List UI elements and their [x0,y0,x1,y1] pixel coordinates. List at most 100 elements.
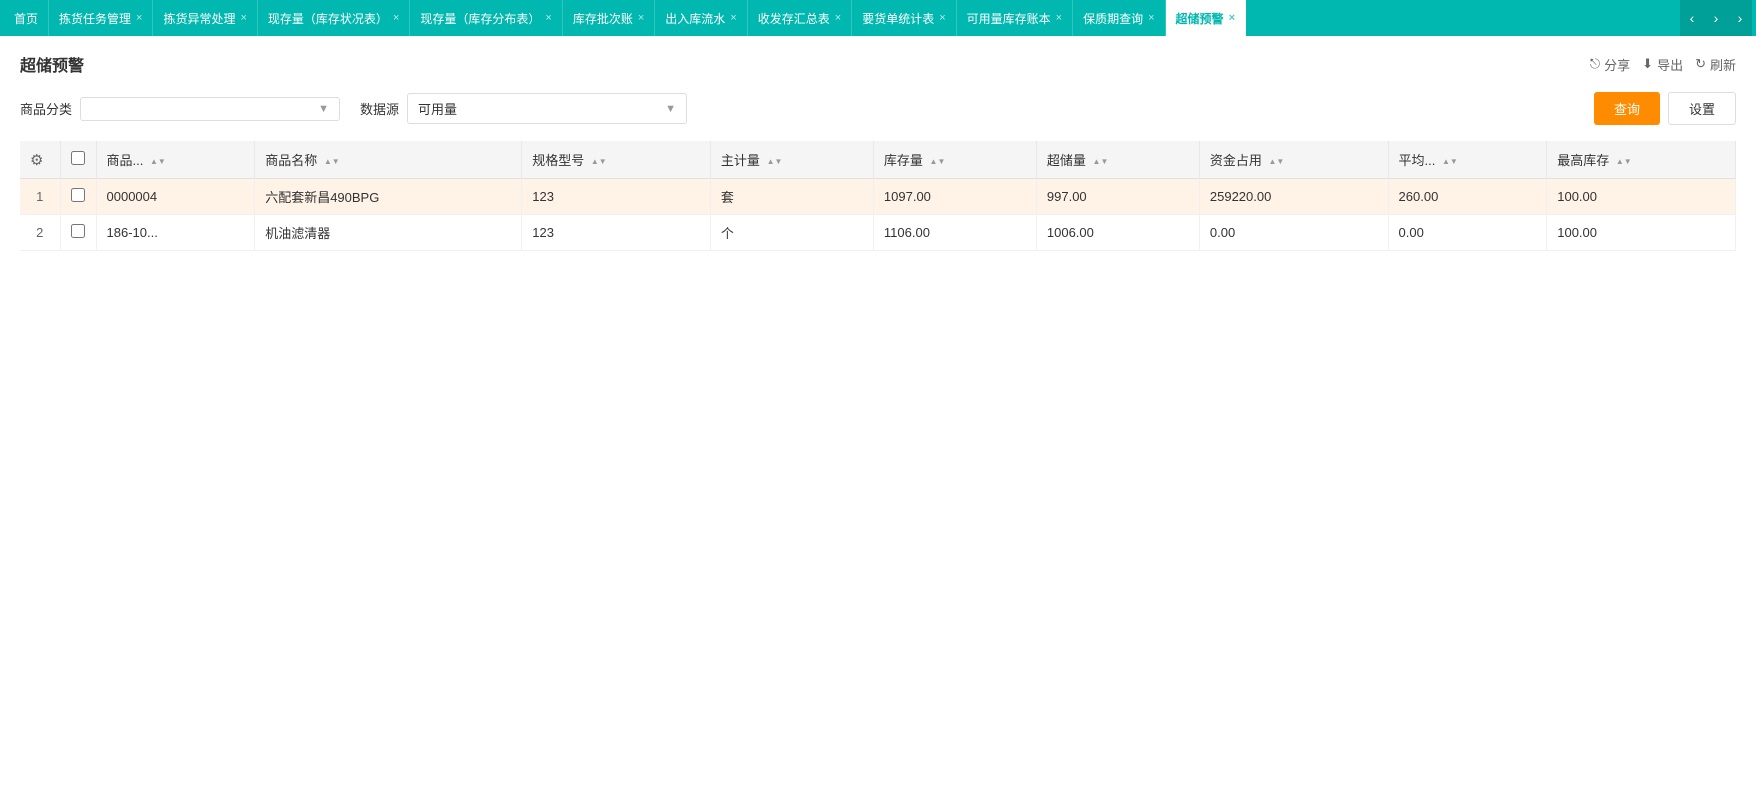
nav-tab-overstock[interactable]: 超储预警 × [1166,0,1246,36]
col-settings: ⚙ [20,141,60,179]
data-table: ⚙ 商品... ▲▼ 商品名称 ▲▼ 规格型号 ▲▼ 主计 [20,141,1736,251]
row-checkbox-cell [60,215,96,251]
nav-tab-exception[interactable]: 拣货异常处理 × [153,0,257,36]
filter-row: 商品分类 ▼ 数据源 可用量 ▼ 查询 设置 [20,92,1736,125]
close-icon[interactable]: × [835,12,841,24]
row-checkbox[interactable] [71,188,85,202]
close-icon[interactable]: × [939,12,945,24]
refresh-button[interactable]: ↻ 刷新 [1695,55,1736,74]
refresh-icon: ↻ [1695,56,1706,72]
row-spec: 123 [522,215,711,251]
row-unit: 个 [710,215,873,251]
chevron-down-icon: ▼ [665,103,676,115]
sort-icon[interactable]: ▲▼ [1616,158,1632,166]
nav-tab-home[interactable]: 首页 [4,0,49,36]
query-button[interactable]: 查询 [1594,92,1660,125]
sort-icon[interactable]: ▲▼ [1442,158,1458,166]
close-icon[interactable]: × [1229,12,1235,24]
row-spec: 123 [522,179,711,215]
row-stock: 1097.00 [873,179,1036,215]
table-row: 2 186-10... 机油滤清器 123 个 1106.00 1006.00 … [20,215,1736,251]
row-product-name: 六配套新昌490BPG [255,179,522,215]
nav-tab-task[interactable]: 拣货任务管理 × [49,0,153,36]
datasource-select-value: 可用量 [418,99,457,118]
row-number: 1 [20,179,60,215]
col-spec: 规格型号 ▲▼ [522,141,711,179]
close-icon[interactable]: × [240,12,246,24]
share-button[interactable]: ⎋ 分享 [1590,55,1630,74]
col-spec-label: 规格型号 [532,153,584,168]
row-max-stock: 100.00 [1547,215,1736,251]
col-product-code-label: 商品... [107,153,144,168]
close-icon[interactable]: × [393,12,399,24]
export-button[interactable]: ⬇ 导出 [1642,55,1683,74]
nav-tab-order-stats[interactable]: 要货单统计表 × [852,0,956,36]
sort-icon[interactable]: ▲▼ [767,158,783,166]
row-unit: 套 [710,179,873,215]
datasource-select[interactable]: 可用量 ▼ [407,93,687,124]
col-avg: 平均... ▲▼ [1388,141,1547,179]
col-capital-label: 资金占用 [1210,153,1262,168]
col-max-stock: 最高库存 ▲▼ [1547,141,1736,179]
sort-icon[interactable]: ▲▼ [150,158,166,166]
close-icon[interactable]: × [1056,12,1062,24]
sort-icon[interactable]: ▲▼ [1269,158,1285,166]
top-nav: 首页 拣货任务管理 × 拣货异常处理 × 现存量（库存状况表） × 现存量（库存… [0,0,1756,36]
nav-tab-inventory-status[interactable]: 现存量（库存状况表） × [258,0,410,36]
page-content: 超储预警 ⎋ 分享 ⬇ 导出 ↻ 刷新 商品分类 ▼ 数据源 [0,36,1756,800]
header-actions: ⎋ 分享 ⬇ 导出 ↻ 刷新 [1590,55,1736,74]
col-product-name-label: 商品名称 [265,153,317,168]
table-header-row: ⚙ 商品... ▲▼ 商品名称 ▲▼ 规格型号 ▲▼ 主计 [20,141,1736,179]
nav-tab-summary[interactable]: 收发存汇总表 × [748,0,852,36]
category-select[interactable]: ▼ [80,97,340,121]
page-header: 超储预警 ⎋ 分享 ⬇ 导出 ↻ 刷新 [20,52,1736,76]
sort-icon[interactable]: ▲▼ [930,158,946,166]
chevron-down-icon: ▼ [318,103,329,115]
table-row: 1 0000004 六配套新昌490BPG 123 套 1097.00 997.… [20,179,1736,215]
nav-prev-button[interactable]: ‹ [1680,0,1704,36]
col-avg-label: 平均... [1399,153,1436,168]
nav-more-button[interactable]: › [1728,0,1752,36]
select-all-checkbox[interactable] [71,151,85,165]
close-icon[interactable]: × [136,12,142,24]
close-icon[interactable]: × [1148,12,1154,24]
row-product-code: 0000004 [96,179,255,215]
share-icon: ⎋ [1590,56,1600,72]
nav-next-button[interactable]: › [1704,0,1728,36]
close-icon[interactable]: × [638,12,644,24]
export-icon: ⬇ [1642,56,1653,72]
col-select-all [60,141,96,179]
col-product-name: 商品名称 ▲▼ [255,141,522,179]
settings-button[interactable]: 设置 [1668,92,1736,125]
nav-tab-expiry[interactable]: 保质期查询 × [1073,0,1165,36]
nav-tab-batch[interactable]: 库存批次账 × [563,0,655,36]
category-filter-group: 商品分类 ▼ [20,97,340,121]
row-checkbox[interactable] [71,224,85,238]
col-over-stock: 超储量 ▲▼ [1036,141,1199,179]
nav-tab-inventory-dist[interactable]: 现存量（库存分布表） × [410,0,562,36]
row-over-stock: 1006.00 [1036,215,1199,251]
row-product-name: 机油滤清器 [255,215,522,251]
nav-tab-flow[interactable]: 出入库流水 × [655,0,747,36]
close-icon[interactable]: × [545,12,551,24]
datasource-label: 数据源 [360,99,399,118]
row-stock: 1106.00 [873,215,1036,251]
sort-icon[interactable]: ▲▼ [324,158,340,166]
datasource-filter-group: 数据源 可用量 ▼ [360,93,687,124]
row-max-stock: 100.00 [1547,179,1736,215]
row-product-code: 186-10... [96,215,255,251]
row-capital: 259220.00 [1199,179,1388,215]
close-icon[interactable]: × [730,12,736,24]
page-title: 超储预警 [20,52,84,76]
row-checkbox-cell [60,179,96,215]
row-avg: 0.00 [1388,215,1547,251]
col-unit: 主计量 ▲▼ [710,141,873,179]
col-product-code: 商品... ▲▼ [96,141,255,179]
sort-icon[interactable]: ▲▼ [591,158,607,166]
col-stock: 库存量 ▲▼ [873,141,1036,179]
row-over-stock: 997.00 [1036,179,1199,215]
row-capital: 0.00 [1199,215,1388,251]
sort-icon[interactable]: ▲▼ [1093,158,1109,166]
nav-tab-available[interactable]: 可用量库存账本 × [957,0,1073,36]
gear-icon[interactable]: ⚙ [30,152,43,169]
